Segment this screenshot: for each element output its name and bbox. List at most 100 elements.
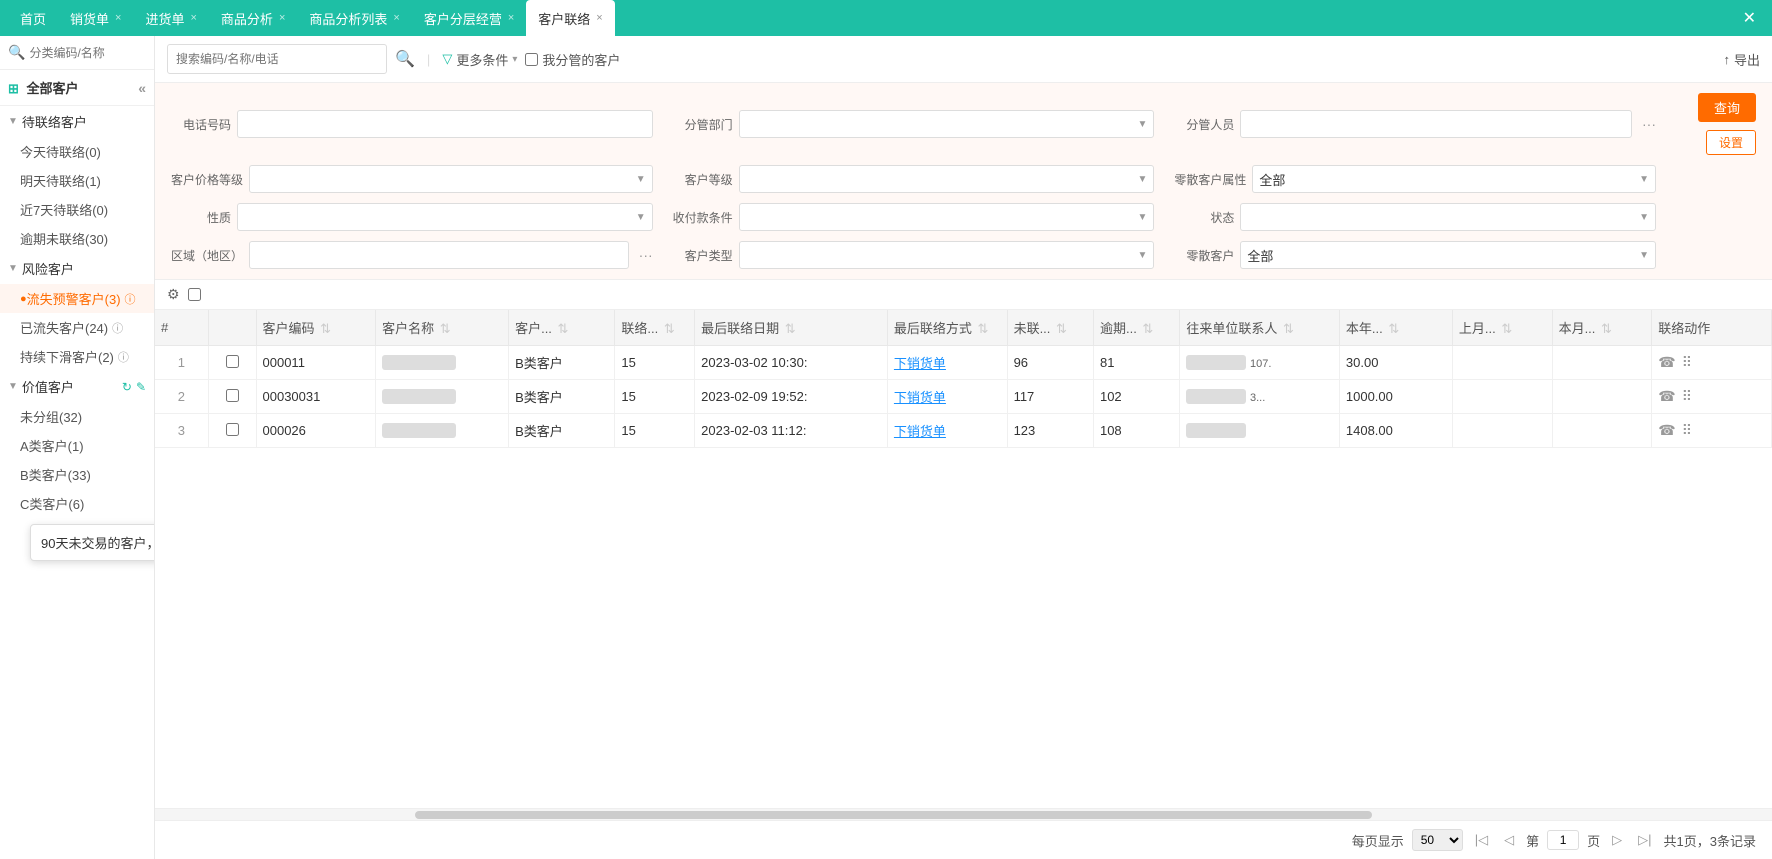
nature-select[interactable]: ▼: [237, 203, 653, 231]
horizontal-scrollbar[interactable]: [155, 808, 1772, 820]
nav-tab-customerlayer-close[interactable]: ×: [508, 12, 514, 24]
th-code[interactable]: 客户编码 ⇅: [256, 310, 376, 346]
th-company-contact[interactable]: 往来单位联系人 ⇅: [1180, 310, 1340, 346]
td-checkbox-3[interactable]: [208, 414, 256, 448]
th-last-month[interactable]: 上月... ⇅: [1452, 310, 1552, 346]
sidebar-item-churn-warning[interactable]: ● 流失预警客户(3) ⓘ: [0, 284, 154, 313]
sidebar-item-overdue[interactable]: 逾期未联络(30): [0, 224, 154, 253]
nav-tab-customercontact[interactable]: 客户联络 ×: [526, 0, 614, 36]
more-conditions-btn[interactable]: ▽ 更多条件 ▾: [442, 50, 517, 69]
last-page-btn[interactable]: ▷|: [1634, 830, 1655, 850]
nav-tab-salesorder-close[interactable]: ×: [115, 12, 121, 24]
sidebar-item-today[interactable]: 今天待联络(0): [0, 137, 154, 166]
my-customers-label: 我分管的客户: [542, 50, 620, 69]
sidebar-group-pending[interactable]: ▼ 待联络客户: [0, 106, 154, 137]
sidebar-item-b-class-label: B类客户(33): [20, 465, 91, 484]
sidebar-item-a-class[interactable]: A类客户(1): [0, 431, 154, 460]
region-select[interactable]: [249, 241, 629, 269]
nav-tab-customerlayer-label: 客户分层经营: [424, 9, 502, 28]
nav-tab-purchaseorder[interactable]: 进货单 ×: [133, 0, 208, 36]
prev-page-btn[interactable]: ◁: [1500, 830, 1518, 850]
sidebar-item-b-class[interactable]: B类客户(33): [0, 460, 154, 489]
more-action-icon-3[interactable]: ⠿: [1682, 422, 1692, 439]
sidebar-item-ungroup[interactable]: 未分组(32): [0, 402, 154, 431]
per-page-select[interactable]: 50 20 100: [1412, 829, 1463, 851]
zero-cust-select[interactable]: 全部 ▼: [1240, 241, 1656, 269]
sidebar-item-7days[interactable]: 近7天待联络(0): [0, 195, 154, 224]
filter-search-input[interactable]: [167, 44, 387, 74]
nav-tab-productlist-close[interactable]: ×: [393, 12, 399, 24]
nav-tab-productanalysis-close[interactable]: ×: [279, 12, 285, 24]
sidebar-search-input[interactable]: [29, 46, 155, 60]
nav-tab-productanalysis[interactable]: 商品分析 ×: [209, 0, 297, 36]
th-last-date[interactable]: 最后联络日期 ⇅: [695, 310, 888, 346]
last-way-link-2[interactable]: 下销货单: [894, 390, 946, 405]
more-action-icon-2[interactable]: ⠿: [1682, 388, 1692, 405]
sidebar-collapse-btn[interactable]: «: [138, 80, 146, 96]
table-select-all-checkbox[interactable]: [188, 288, 201, 301]
table-settings-icon[interactable]: ⚙: [167, 286, 180, 303]
scrollbar-thumb[interactable]: [415, 811, 1372, 819]
next-page-btn[interactable]: ▷: [1608, 830, 1626, 850]
page-input[interactable]: [1547, 830, 1579, 850]
refresh-icon[interactable]: ↻: [122, 380, 132, 394]
zero-attr-select[interactable]: 全部 ▼: [1252, 165, 1656, 193]
first-page-btn[interactable]: |◁: [1471, 830, 1492, 850]
nav-tab-purchaseorder-close[interactable]: ×: [190, 12, 196, 24]
sidebar-item-tomorrow[interactable]: 明天待联络(1): [0, 166, 154, 195]
cust-level-select[interactable]: ▼: [739, 165, 1155, 193]
th-type[interactable]: 客户... ⇅: [509, 310, 615, 346]
th-this-month[interactable]: 本月... ⇅: [1552, 310, 1652, 346]
dept-select[interactable]: ▼: [739, 110, 1155, 138]
row1-checkbox[interactable]: [226, 355, 239, 368]
nav-tab-customercontact-close[interactable]: ×: [596, 12, 602, 24]
row3-checkbox[interactable]: [226, 423, 239, 436]
td-overdue-2: 102: [1093, 380, 1179, 414]
nav-tab-salesorder[interactable]: 销货单 ×: [58, 0, 133, 36]
filter-search-btn[interactable]: 🔍: [395, 49, 415, 69]
th-last-way[interactable]: 最后联络方式 ⇅: [887, 310, 1007, 346]
nav-tab-productlist[interactable]: 商品分析列表 ×: [297, 0, 411, 36]
th-uncontact[interactable]: 未联... ⇅: [1007, 310, 1093, 346]
last-way-link-1[interactable]: 下销货单: [894, 356, 946, 371]
nav-tab-customerlayer[interactable]: 客户分层经营 ×: [412, 0, 526, 36]
sidebar-item-declining[interactable]: 持续下滑客户(2) ⓘ: [0, 342, 154, 371]
td-checkbox-2[interactable]: [208, 380, 256, 414]
th-contact-count[interactable]: 联络... ⇅: [615, 310, 695, 346]
person-label: 分管人员: [1174, 116, 1234, 133]
th-name[interactable]: 客户名称 ⇅: [376, 310, 509, 346]
th-overdue[interactable]: 逾期... ⇅: [1093, 310, 1179, 346]
query-btn[interactable]: 查询: [1698, 93, 1756, 122]
cust-type-select[interactable]: ▼: [739, 241, 1155, 269]
sidebar-all-customers[interactable]: ⊞ 全部客户 «: [0, 70, 154, 106]
window-close-btn[interactable]: ✕: [1735, 8, 1764, 28]
my-customers-checkbox[interactable]: [525, 53, 538, 66]
info-icon3: ⓘ: [118, 349, 129, 365]
sidebar-group-risk[interactable]: ▼ 风险客户: [0, 253, 154, 284]
status-select[interactable]: ▼: [1240, 203, 1656, 231]
th-this-year[interactable]: 本年... ⇅: [1339, 310, 1452, 346]
settings-btn[interactable]: 设置: [1706, 130, 1756, 155]
payment-select[interactable]: ▼: [739, 203, 1155, 231]
last-way-link-3[interactable]: 下销货单: [894, 424, 946, 439]
more-action-icon-1[interactable]: ⠿: [1682, 354, 1692, 371]
contact-icon-3[interactable]: ☎: [1658, 422, 1675, 439]
person-select[interactable]: [1240, 110, 1632, 138]
sidebar-search-icon: 🔍: [8, 44, 25, 61]
phone-input[interactable]: [237, 110, 653, 138]
table-row: 1 000011 ████████ B类客户 15 2023-03-02 10:…: [155, 346, 1772, 380]
region-more-btn[interactable]: ···: [639, 247, 653, 263]
person-more-btn[interactable]: ···: [1642, 116, 1656, 132]
edit-icon[interactable]: ✎: [136, 380, 146, 394]
table-toolbar: ⚙: [155, 280, 1772, 310]
nav-home[interactable]: 首页: [8, 0, 58, 36]
sidebar-item-churned[interactable]: 已流失客户(24) ⓘ: [0, 313, 154, 342]
price-level-select[interactable]: ▼: [249, 165, 653, 193]
row2-checkbox[interactable]: [226, 389, 239, 402]
sidebar-group-value[interactable]: ▼ 价值客户 ↻ ✎: [0, 371, 154, 402]
td-checkbox-1[interactable]: [208, 346, 256, 380]
sidebar-item-c-class[interactable]: C类客户(6): [0, 489, 154, 518]
contact-icon-1[interactable]: ☎: [1658, 354, 1675, 371]
export-btn[interactable]: ↑ 导出: [1723, 50, 1760, 69]
contact-icon-2[interactable]: ☎: [1658, 388, 1675, 405]
